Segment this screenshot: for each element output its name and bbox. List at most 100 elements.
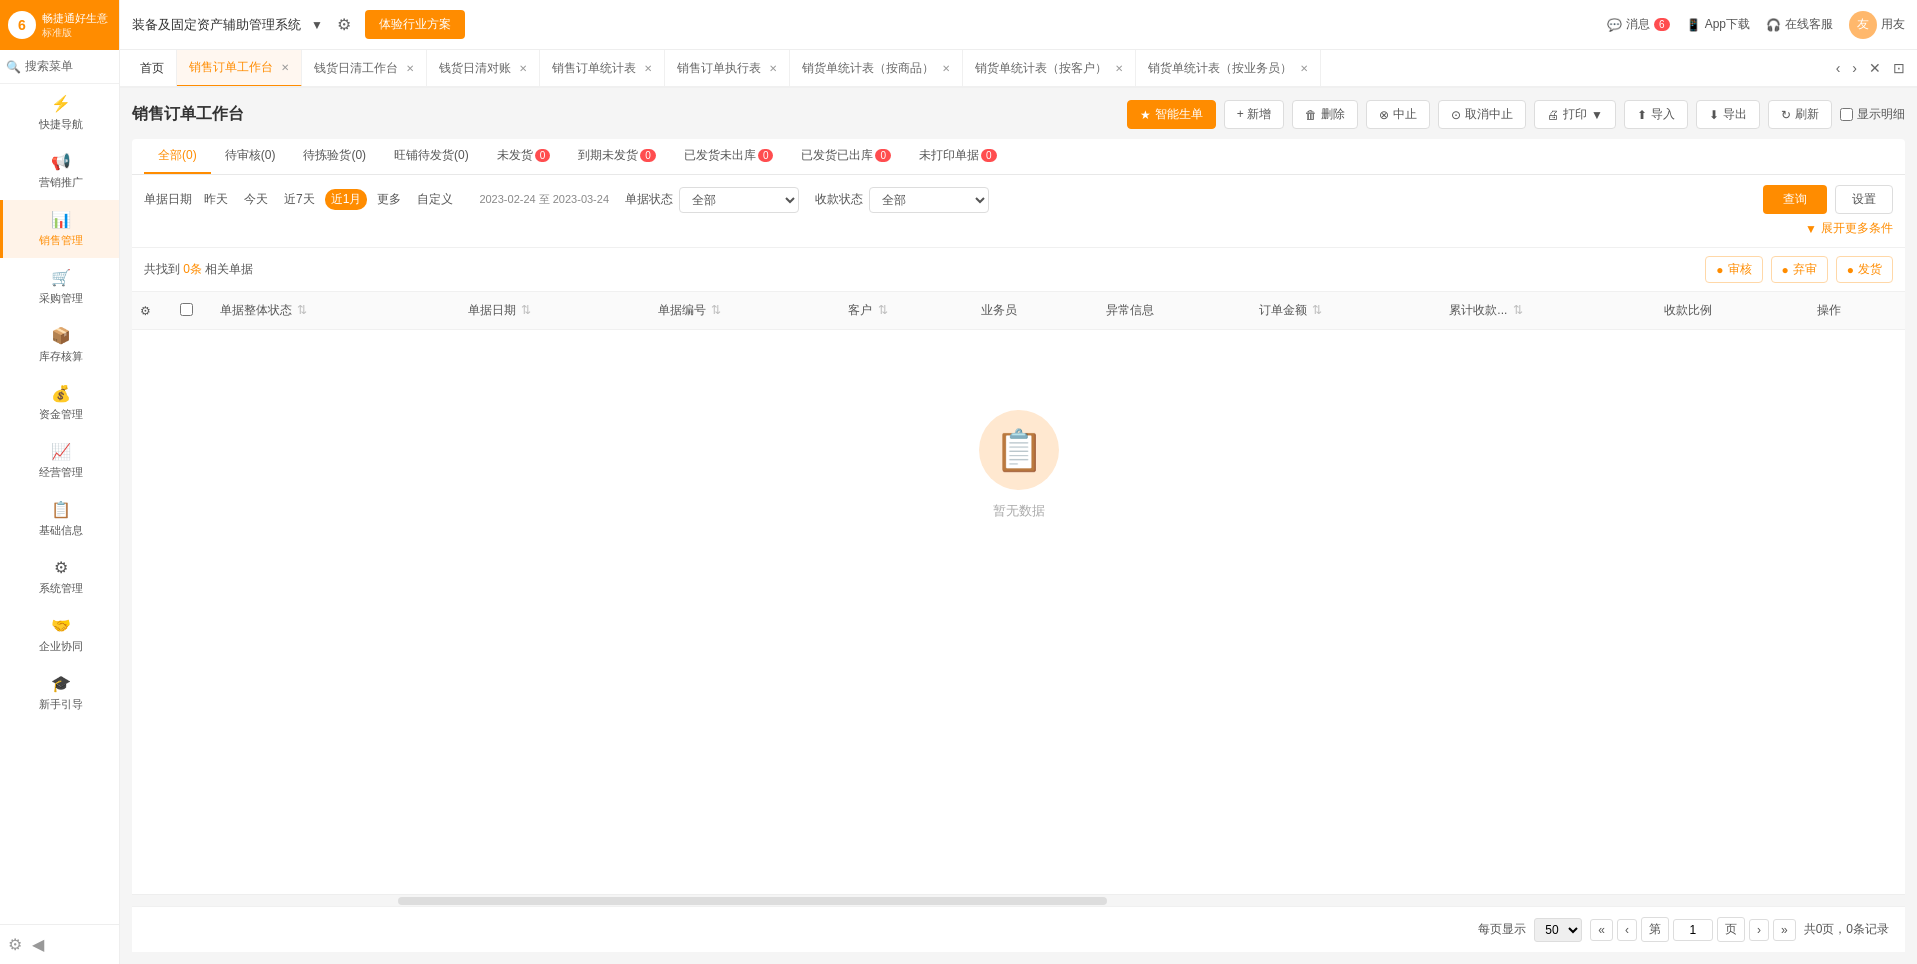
page-last-btn[interactable]: »	[1773, 919, 1796, 941]
tab-by-staff[interactable]: 销货单统计表（按业务员） ✕	[1136, 50, 1321, 87]
settings-bottom-icon[interactable]: ⚙	[8, 935, 22, 954]
sort-customer-icon[interactable]: ⇅	[878, 303, 888, 317]
sidebar-item-guide[interactable]: 🎓 新手引导	[0, 664, 119, 722]
search-menu[interactable]: 🔍 搜索菜单	[0, 50, 119, 84]
tab-close-sales-order[interactable]: ✕	[281, 62, 289, 73]
sub-tab-wangpu[interactable]: 旺铺待发货(0)	[380, 139, 483, 174]
sub-tab-overdue[interactable]: 到期未发货0	[564, 139, 670, 174]
tab-prev-icon[interactable]: ‹	[1832, 58, 1845, 78]
sidebar-item-sales[interactable]: 📊 销售管理	[0, 200, 119, 258]
tab-close-by-customer[interactable]: ✕	[1115, 63, 1123, 74]
col-settings[interactable]: ⚙	[132, 292, 172, 330]
user-menu[interactable]: 友 用友	[1849, 11, 1905, 39]
delete-btn[interactable]: 🗑 删除	[1292, 100, 1358, 129]
tab-close-cash-reconcile[interactable]: ✕	[519, 63, 527, 74]
page-next-btn[interactable]: ›	[1749, 919, 1769, 941]
online-service-btn[interactable]: 🎧 在线客服	[1766, 16, 1833, 33]
tab-home[interactable]: 首页	[128, 50, 177, 87]
scrollbar-thumb[interactable]	[398, 897, 1107, 905]
sidebar-item-operations[interactable]: 📈 经营管理	[0, 432, 119, 490]
tab-by-product[interactable]: 销货单统计表（按商品） ✕	[790, 50, 963, 87]
tab-close-sales-exec[interactable]: ✕	[769, 63, 777, 74]
date-opt-custom[interactable]: 自定义	[411, 189, 459, 210]
sort-amount-icon[interactable]: ⇅	[1312, 303, 1322, 317]
refresh-icon: ↻	[1781, 108, 1791, 122]
page-prev-btn[interactable]: ‹	[1617, 919, 1637, 941]
collapse-icon[interactable]: ◀	[32, 935, 44, 954]
app-download-btn[interactable]: 📱 App下载	[1686, 16, 1750, 33]
page-input[interactable]	[1673, 919, 1713, 941]
sub-tab-shipped-out[interactable]: 已发货已出库0	[787, 139, 905, 174]
system-dropdown[interactable]: ▼	[311, 18, 323, 32]
query-btn[interactable]: 查询	[1763, 185, 1827, 214]
date-opt-yesterday[interactable]: 昨天	[198, 189, 234, 210]
sidebar-item-quick-nav[interactable]: ⚡ 快捷导航	[0, 84, 119, 142]
scrollbar-area[interactable]	[132, 894, 1905, 906]
per-page-select[interactable]: 50	[1534, 918, 1582, 942]
col-checkbox[interactable]	[172, 292, 212, 330]
col-amount: 订单金额 ⇅	[1251, 292, 1441, 330]
ai-generate-btn[interactable]: ★ 智能生单	[1127, 100, 1216, 129]
tab-cash-reconcile[interactable]: 钱货日清对账 ✕	[427, 50, 540, 87]
industry-solution-btn[interactable]: 体验行业方案	[365, 10, 465, 39]
sub-tab-pending-review[interactable]: 待审核(0)	[211, 139, 290, 174]
tab-close-by-staff[interactable]: ✕	[1300, 63, 1308, 74]
avatar: 友	[1849, 11, 1877, 39]
tab-close-by-product[interactable]: ✕	[942, 63, 950, 74]
tab-close-all-icon[interactable]: ✕	[1865, 58, 1885, 78]
sidebar-item-system[interactable]: ⚙ 系统管理	[0, 548, 119, 606]
refresh-btn[interactable]: ↻ 刷新	[1768, 100, 1832, 129]
tab-close-cash-daily[interactable]: ✕	[406, 63, 414, 74]
sidebar-item-inventory[interactable]: 📦 库存核算	[0, 316, 119, 374]
status-select[interactable]: 全部	[679, 187, 799, 213]
date-opt-7days[interactable]: 近7天	[278, 189, 321, 210]
show-detail-checkbox[interactable]: 显示明细	[1840, 106, 1905, 123]
sub-tab-shipped-not-out[interactable]: 已发货未出库0	[670, 139, 788, 174]
sub-tab-all[interactable]: 全部(0)	[144, 139, 211, 174]
cancel-stop-btn[interactable]: ⊙ 取消中止	[1438, 100, 1526, 129]
sidebar-item-purchase[interactable]: 🛒 采购管理	[0, 258, 119, 316]
tab-next-icon[interactable]: ›	[1848, 58, 1861, 78]
expand-filter-btn[interactable]: ▼ 展开更多条件	[1805, 220, 1893, 237]
sort-date-icon[interactable]: ⇅	[521, 303, 531, 317]
message-btn[interactable]: 💬 消息 6	[1607, 16, 1670, 33]
review-action-btn[interactable]: ● 审核	[1705, 256, 1762, 283]
sidebar-item-base-info[interactable]: 📋 基础信息	[0, 490, 119, 548]
sub-tab-not-printed[interactable]: 未打印单据0	[905, 139, 1011, 174]
page-first-btn[interactable]: «	[1590, 919, 1613, 941]
show-detail-input[interactable]	[1840, 108, 1853, 121]
export-btn[interactable]: ⬇ 导出	[1696, 100, 1760, 129]
date-opt-1month[interactable]: 近1月	[325, 189, 368, 210]
payment-select[interactable]: 全部	[869, 187, 989, 213]
tab-sales-stat[interactable]: 销售订单统计表 ✕	[540, 50, 665, 87]
inventory-icon: 📦	[51, 326, 71, 345]
sort-number-icon[interactable]: ⇅	[711, 303, 721, 317]
select-all-checkbox[interactable]	[180, 303, 193, 316]
print-btn[interactable]: 🖨 打印 ▼	[1534, 100, 1616, 129]
sub-tab-pending-check[interactable]: 待拣验货(0)	[289, 139, 380, 174]
date-opt-more[interactable]: 更多	[371, 189, 407, 210]
sort-status-icon[interactable]: ⇅	[297, 303, 307, 317]
tab-sales-order[interactable]: 销售订单工作台 ✕	[177, 50, 302, 87]
sub-tab-not-shipped[interactable]: 未发货0	[483, 139, 565, 174]
ship-action-btn[interactable]: ● 发货	[1836, 256, 1893, 283]
tab-by-customer[interactable]: 销货单统计表（按客户） ✕	[963, 50, 1136, 87]
sidebar-item-marketing[interactable]: 📢 营销推广	[0, 142, 119, 200]
sidebar-item-finance[interactable]: 💰 资金管理	[0, 374, 119, 432]
sort-collected-icon[interactable]: ⇅	[1513, 303, 1523, 317]
message-icon: 💬	[1607, 18, 1622, 32]
tab-cash-daily[interactable]: 钱货日清工作台 ✕	[302, 50, 427, 87]
set-btn[interactable]: 设置	[1835, 185, 1893, 214]
import-btn[interactable]: ⬆ 导入	[1624, 100, 1688, 129]
tab-close-sales-stat[interactable]: ✕	[644, 63, 652, 74]
tab-expand-icon[interactable]: ⊡	[1889, 58, 1909, 78]
tab-sales-exec[interactable]: 销售订单执行表 ✕	[665, 50, 790, 87]
add-btn[interactable]: + 新增	[1224, 100, 1284, 129]
sidebar-item-enterprise[interactable]: 🤝 企业协同	[0, 606, 119, 664]
sidebar-bottom: ⚙ ◀	[0, 924, 119, 964]
stop-btn[interactable]: ⊗ 中止	[1366, 100, 1430, 129]
cancel-review-btn[interactable]: ● 弃审	[1771, 256, 1828, 283]
date-opt-today[interactable]: 今天	[238, 189, 274, 210]
topbar: 装备及固定资产辅助管理系统 ▼ ⚙ 体验行业方案 💬 消息 6 📱 App下载 …	[120, 0, 1917, 50]
topbar-settings-icon[interactable]: ⚙	[337, 15, 351, 34]
